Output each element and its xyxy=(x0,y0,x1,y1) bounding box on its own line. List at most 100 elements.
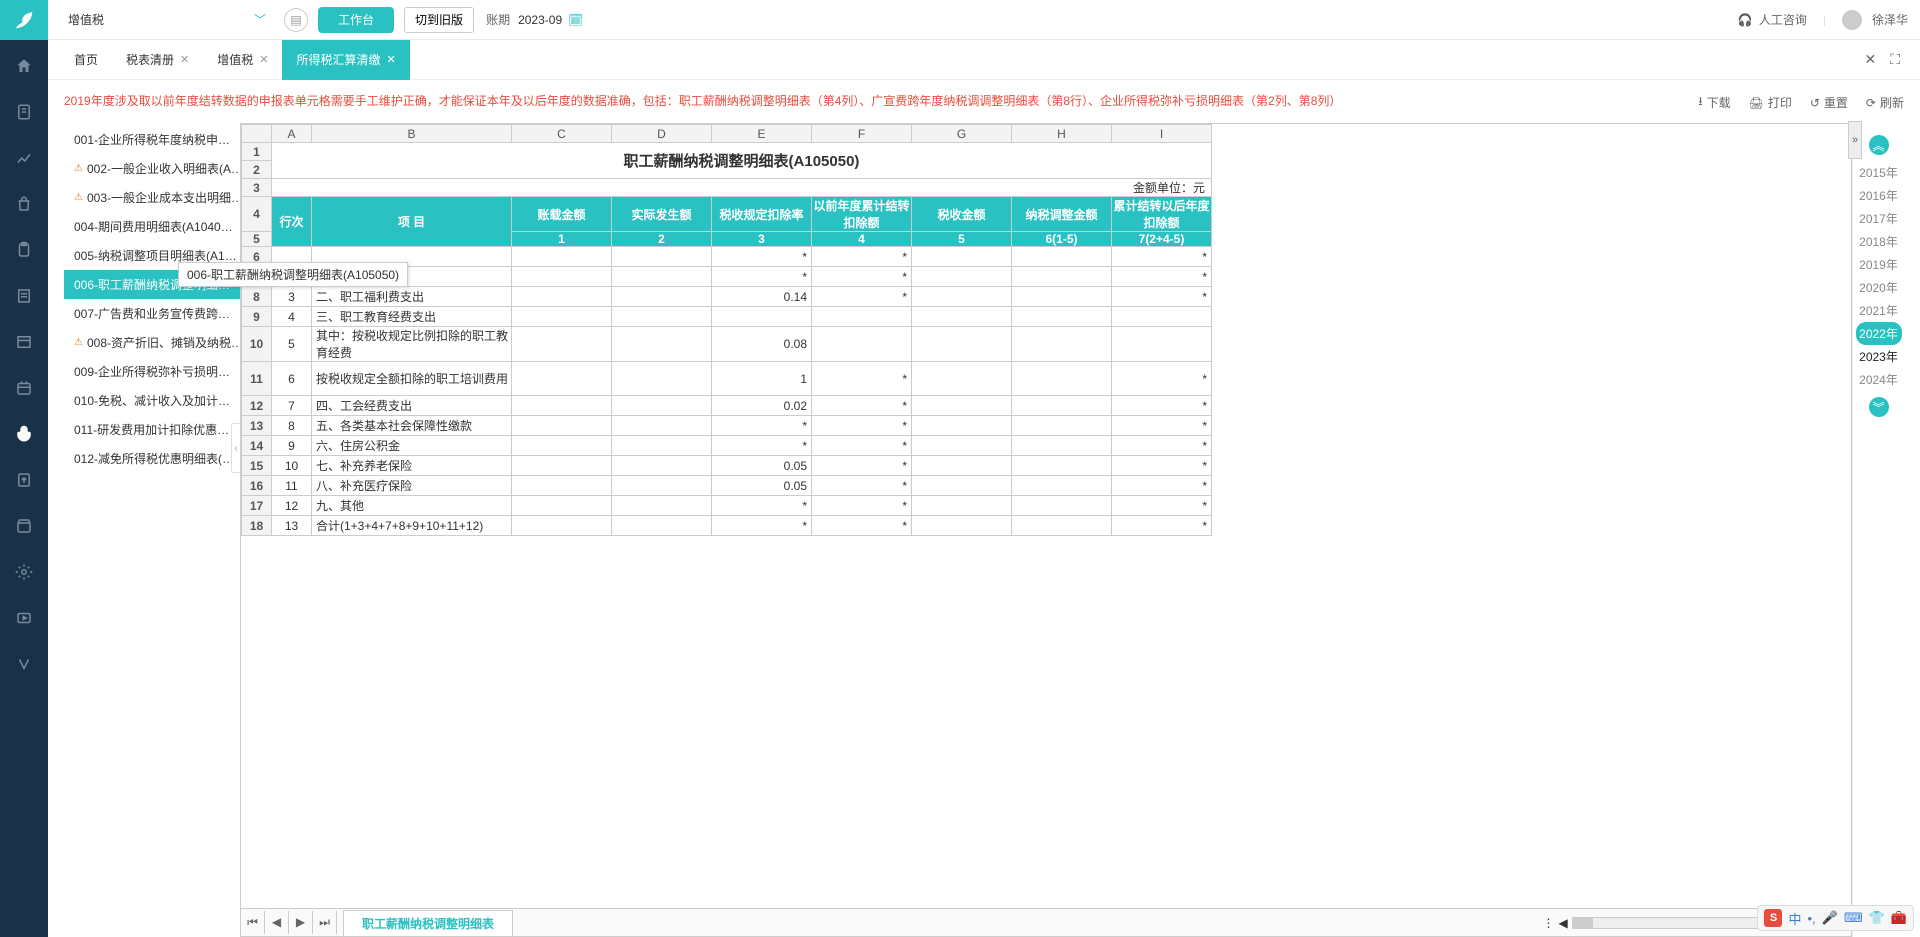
tab-close-all[interactable]: ✕ xyxy=(1864,51,1876,68)
year-2015年[interactable]: 2015年 xyxy=(1856,161,1902,184)
app-logo[interactable] xyxy=(0,0,48,40)
period-label: 账期 xyxy=(486,11,510,28)
year-2024年[interactable]: 2024年 xyxy=(1856,368,1902,391)
user-name[interactable]: 徐泽华 xyxy=(1872,11,1908,28)
sheet-icon: ▤ xyxy=(290,13,301,27)
nav-video-icon[interactable] xyxy=(14,608,34,628)
ime-skin-icon[interactable]: 👕 xyxy=(1869,910,1885,926)
warning-text: 2019年度涉及取以前年度结转数据的申报表单元格需要手工维护正确，才能保证本年及… xyxy=(64,92,1698,111)
form-item-8[interactable]: 009-企业所得税弥补亏损明… xyxy=(64,357,240,386)
avatar[interactable] xyxy=(1842,10,1862,30)
refresh-icon: ⟳ xyxy=(1866,96,1876,110)
ime-punct-icon[interactable]: •, xyxy=(1808,911,1816,926)
reset-button[interactable]: ↺重置 xyxy=(1810,94,1848,111)
year-down-button[interactable]: ︾ xyxy=(1869,397,1889,417)
nav-bag-icon[interactable] xyxy=(14,194,34,214)
year-2023年[interactable]: 2023年 xyxy=(1856,345,1902,368)
tab-3[interactable]: 所得税汇算清缴✕ xyxy=(282,40,409,80)
sheet-wrap: » ABCDEFGHI1职工薪酬纳税调整明细表(A105050)23金额单位：元… xyxy=(240,123,1852,937)
sheet-icon-button[interactable]: ▤ xyxy=(284,8,308,32)
nav-home-icon[interactable] xyxy=(14,56,34,76)
form-item-3[interactable]: 004-期间费用明细表(A1040… xyxy=(64,212,240,241)
year-2017年[interactable]: 2017年 xyxy=(1856,207,1902,230)
form-item-10[interactable]: 011-研发费用加计扣除优惠… xyxy=(64,415,240,444)
tab-label: 税表清册 xyxy=(126,51,174,68)
ime-keyboard-icon[interactable]: ⌨ xyxy=(1844,910,1863,926)
tab-2[interactable]: 增值税✕ xyxy=(203,40,282,80)
nav-v-icon[interactable] xyxy=(14,654,34,674)
nav-chart-icon[interactable] xyxy=(14,148,34,168)
nav-settings-icon[interactable] xyxy=(14,562,34,582)
year-2021年[interactable]: 2021年 xyxy=(1856,299,1902,322)
sheet-nav-prev[interactable]: ◀ xyxy=(265,911,289,934)
refresh-button[interactable]: ⟳刷新 xyxy=(1866,94,1904,111)
form-item-label: 003-一般企业成本支出明细… xyxy=(87,189,240,206)
form-item-label: 008-资产折旧、摊销及纳税… xyxy=(87,334,240,351)
nav-tax-icon[interactable] xyxy=(14,424,34,444)
calendar-icon[interactable]: 🗓 xyxy=(568,13,583,27)
form-item-9[interactable]: 010-免税、减计收入及加计… xyxy=(64,386,240,415)
nav-template-icon[interactable] xyxy=(14,332,34,352)
year-up-button[interactable]: ︽ xyxy=(1869,135,1889,155)
sheet-tab[interactable]: 职工薪酬纳税调整明细表 xyxy=(343,910,513,936)
consult-link[interactable]: 人工咨询 xyxy=(1759,11,1807,28)
warn-icon: ⚠ xyxy=(74,337,83,348)
tab-1[interactable]: 税表清册 ✕ xyxy=(112,40,203,80)
year-2020年[interactable]: 2020年 xyxy=(1856,276,1902,299)
headset-icon: 🎧 xyxy=(1738,13,1753,27)
reset-icon: ↺ xyxy=(1810,96,1820,110)
spreadsheet[interactable]: ABCDEFGHI1职工薪酬纳税调整明细表(A105050)23金额单位：元4行… xyxy=(240,123,1852,909)
form-tooltip: 006-职工薪酬纳税调整明细表(A105050) xyxy=(178,262,408,287)
form-item-1[interactable]: ⚠002-一般企业收入明细表(A… xyxy=(64,154,240,183)
expand-trigger[interactable]: » xyxy=(1848,121,1862,159)
sheet-nav-first[interactable]: ⏮ xyxy=(241,911,265,934)
nav-export-icon[interactable] xyxy=(14,470,34,490)
nav-clipboard-icon[interactable] xyxy=(14,240,34,260)
ime-lang[interactable]: 中 xyxy=(1788,909,1801,928)
hscroll-left[interactable]: ◀ xyxy=(1559,916,1568,930)
period-value[interactable]: 2023-09 xyxy=(518,13,562,27)
tax-type-dropdown[interactable]: 增值税 ﹀ xyxy=(60,11,274,28)
main: 首页税表清册✕增值税✕所得税汇算清缴✕ ✕ ⛶ 2019年度涉及取以前年度结转数… xyxy=(48,40,1920,937)
nav-archive-icon[interactable] xyxy=(14,516,34,536)
year-2022年[interactable]: 2022年 xyxy=(1856,322,1902,345)
form-item-label: 004-期间费用明细表(A1040… xyxy=(74,218,233,235)
ime-s-icon[interactable]: S xyxy=(1764,909,1782,927)
form-item-label: 009-企业所得税弥补亏损明… xyxy=(74,363,230,380)
form-item-7[interactable]: ⚠ 008-资产折旧、摊销及纳税… xyxy=(64,328,240,357)
year-2019年[interactable]: 2019年 xyxy=(1856,253,1902,276)
print-button[interactable]: 🖨打印 xyxy=(1749,94,1792,111)
page-tabs: 首页税表清册✕增值税✕所得税汇算清缴✕ ✕ ⛶ xyxy=(48,40,1920,80)
year-rail: ︽ 2015年2016年2017年2018年2019年2020年2021年202… xyxy=(1852,123,1904,937)
form-item-6[interactable]: 007-广告费和业务宣传费跨… xyxy=(64,299,240,328)
sheet-footer: ⏮ ◀ ▶ ⏭ 职工薪酬纳税调整明细表 ⋮ ◀ ▶ xyxy=(240,909,1852,937)
download-button[interactable]: ⭳下载 xyxy=(1698,92,1730,113)
year-2016年[interactable]: 2016年 xyxy=(1856,184,1902,207)
ime-mic-icon[interactable]: 🎤 xyxy=(1822,910,1838,926)
ime-tools-icon[interactable]: 🧰 xyxy=(1891,910,1907,926)
form-item-11[interactable]: 012-减免所得税优惠明细表(… xyxy=(64,444,240,473)
sheet-nav-next[interactable]: ▶ xyxy=(289,911,313,934)
nav-calendar-icon[interactable] xyxy=(14,378,34,398)
close-icon[interactable]: ✕ xyxy=(387,53,396,66)
close-icon[interactable]: ✕ xyxy=(259,53,268,66)
workspace-button[interactable]: 工作台 xyxy=(318,7,394,33)
nav-form-icon[interactable] xyxy=(14,286,34,306)
close-icon[interactable]: ✕ xyxy=(180,53,189,66)
form-item-label: 010-免税、减计收入及加计… xyxy=(74,392,230,409)
sheet-nav-last[interactable]: ⏭ xyxy=(313,911,337,934)
collapse-handle[interactable]: ‹ xyxy=(231,423,240,473)
year-2018年[interactable]: 2018年 xyxy=(1856,230,1902,253)
form-item-0[interactable]: 001-企业所得税年度纳税申… xyxy=(64,125,240,154)
nav-doc-icon[interactable] xyxy=(14,102,34,122)
form-list: 001-企业所得税年度纳税申…⚠002-一般企业收入明细表(A…⚠003-一般企… xyxy=(64,123,240,937)
left-nav xyxy=(0,40,48,937)
top-bar: 增值税 ﹀ ▤ 工作台 切到旧版 账期 2023-09 🗓 🎧 人工咨询 | 徐… xyxy=(0,0,1920,40)
form-item-2[interactable]: ⚠003-一般企业成本支出明细… xyxy=(64,183,240,212)
switch-old-button[interactable]: 切到旧版 xyxy=(404,7,474,33)
tab-0[interactable]: 首页 xyxy=(60,40,112,80)
hscroll-thumb[interactable] xyxy=(1573,918,1593,928)
form-item-label: 001-企业所得税年度纳税申… xyxy=(74,131,230,148)
warn-icon: ⚠ xyxy=(74,163,83,174)
tab-expand[interactable]: ⛶ xyxy=(1890,51,1900,68)
